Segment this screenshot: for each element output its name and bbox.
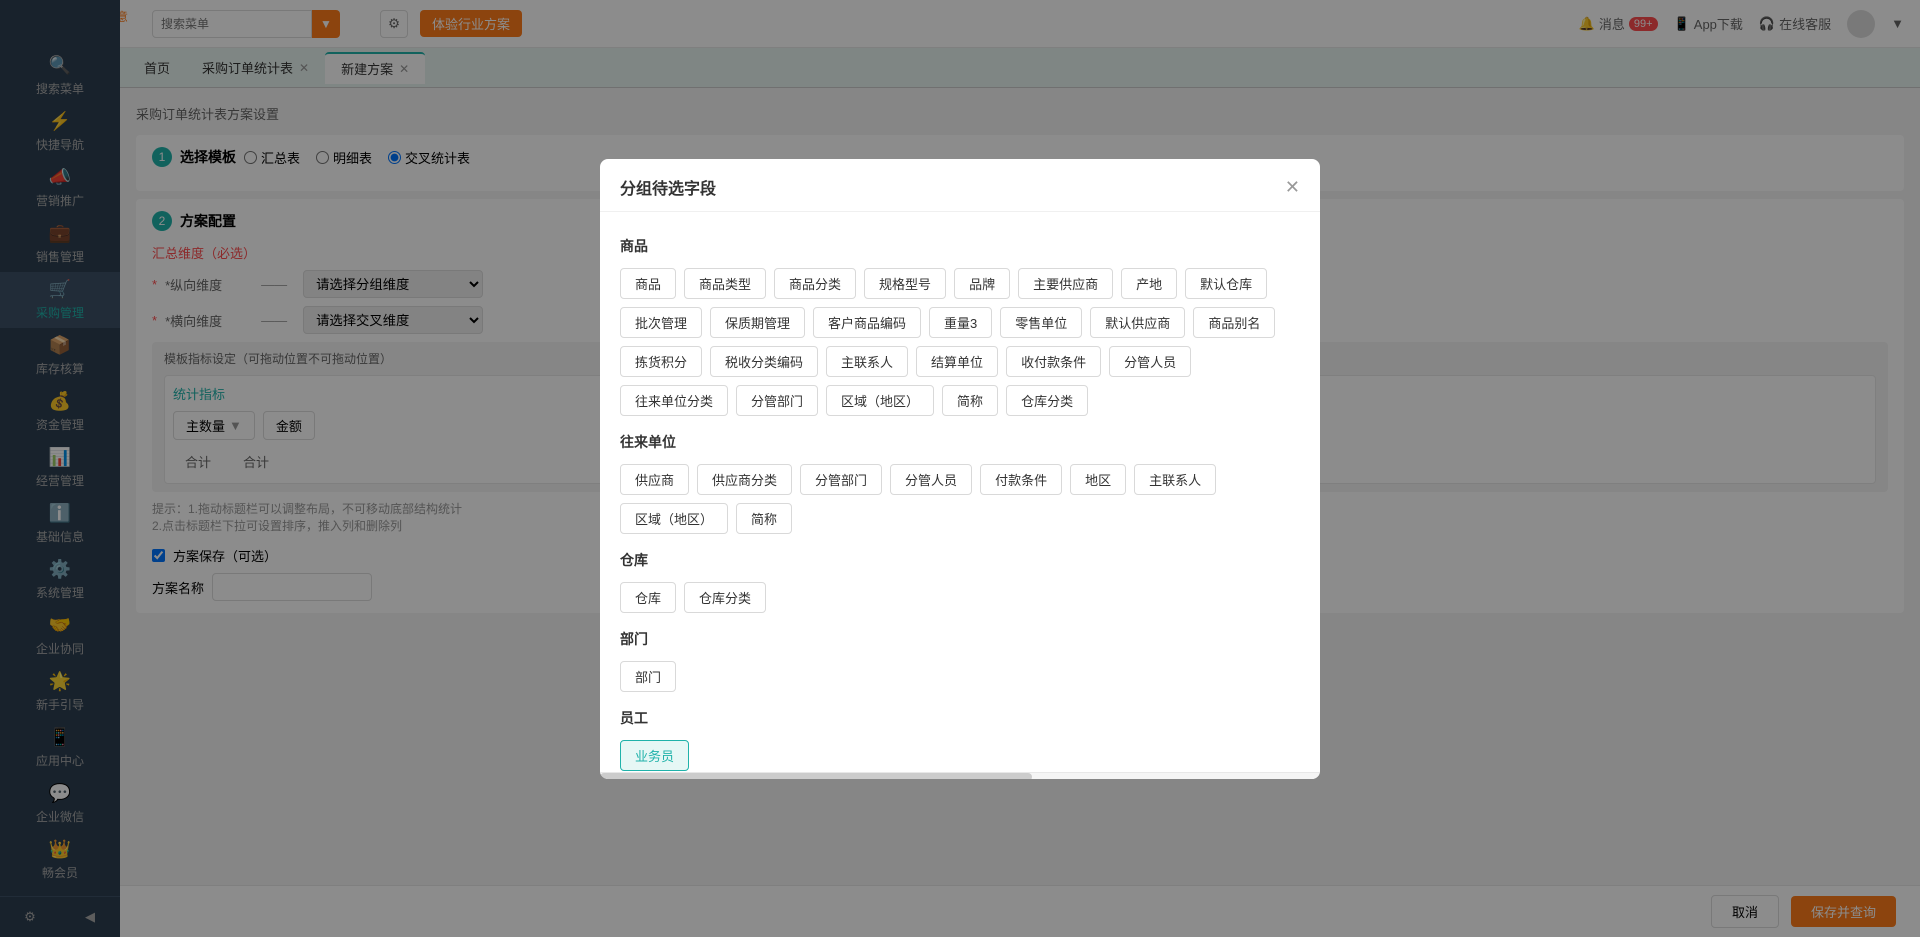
- scroll-thumb: [600, 773, 1032, 779]
- section-tags-3: 部门: [620, 661, 1300, 692]
- scroll-track[interactable]: [600, 772, 1320, 779]
- field-tag-0-11[interactable]: 重量3: [929, 307, 992, 338]
- section-title-1: 往来单位: [620, 432, 1300, 452]
- field-tag-0-22[interactable]: 分管部门: [736, 385, 818, 416]
- field-tag-0-18[interactable]: 结算单位: [916, 346, 998, 377]
- modal: 分组待选字段 ✕ 商品商品商品类型商品分类规格型号品牌主要供应商产地默认仓库批次…: [600, 159, 1320, 779]
- field-tag-0-13[interactable]: 默认供应商: [1090, 307, 1185, 338]
- field-tag-0-21[interactable]: 往来单位分类: [620, 385, 728, 416]
- section-title-4: 员工: [620, 708, 1300, 728]
- modal-body: 商品商品商品类型商品分类规格型号品牌主要供应商产地默认仓库批次管理保质期管理客户…: [600, 212, 1320, 772]
- section-title-0: 商品: [620, 236, 1300, 256]
- section-tags-2: 仓库仓库分类: [620, 582, 1300, 613]
- field-tag-1-4[interactable]: 付款条件: [980, 464, 1062, 495]
- field-tag-0-4[interactable]: 品牌: [954, 268, 1010, 299]
- field-tag-0-17[interactable]: 主联系人: [826, 346, 908, 377]
- field-tag-0-6[interactable]: 产地: [1121, 268, 1177, 299]
- field-tag-0-1[interactable]: 商品类型: [684, 268, 766, 299]
- field-tag-0-7[interactable]: 默认仓库: [1185, 268, 1267, 299]
- field-tag-0-14[interactable]: 商品别名: [1193, 307, 1275, 338]
- modal-overlay: 分组待选字段 ✕ 商品商品商品类型商品分类规格型号品牌主要供应商产地默认仓库批次…: [0, 0, 1920, 937]
- field-tag-2-0[interactable]: 仓库: [620, 582, 676, 613]
- field-tag-1-8[interactable]: 简称: [736, 503, 792, 534]
- field-tag-1-1[interactable]: 供应商分类: [697, 464, 792, 495]
- section-tags-1: 供应商供应商分类分管部门分管人员付款条件地区主联系人区域（地区） 简称: [620, 464, 1300, 534]
- field-tag-1-3[interactable]: 分管人员: [890, 464, 972, 495]
- field-tag-1-2[interactable]: 分管部门: [800, 464, 882, 495]
- modal-title: 分组待选字段: [620, 175, 716, 199]
- field-tag-3-0[interactable]: 部门: [620, 661, 676, 692]
- field-tag-1-0[interactable]: 供应商: [620, 464, 689, 495]
- field-tag-0-0[interactable]: 商品: [620, 268, 676, 299]
- modal-close-button[interactable]: ✕: [1285, 178, 1300, 196]
- section-tags-0: 商品商品类型商品分类规格型号品牌主要供应商产地默认仓库批次管理保质期管理客户商品…: [620, 268, 1300, 416]
- field-tag-0-25[interactable]: 仓库分类: [1006, 385, 1088, 416]
- field-tag-0-16[interactable]: 税收分类编码: [710, 346, 818, 377]
- field-tag-0-12[interactable]: 零售单位: [1000, 307, 1082, 338]
- field-tag-0-2[interactable]: 商品分类: [774, 268, 856, 299]
- field-tag-0-3[interactable]: 规格型号: [864, 268, 946, 299]
- field-tag-0-10[interactable]: 客户商品编码: [813, 307, 921, 338]
- field-tag-0-23[interactable]: 区域（地区）: [826, 385, 934, 416]
- field-tag-2-1[interactable]: 仓库分类: [684, 582, 766, 613]
- section-title-3: 部门: [620, 629, 1300, 649]
- field-tag-0-24[interactable]: 简称: [942, 385, 998, 416]
- field-tag-0-19[interactable]: 收付款条件: [1006, 346, 1101, 377]
- field-tag-4-0[interactable]: 业务员: [620, 740, 689, 771]
- field-tag-0-15[interactable]: 拣货积分: [620, 346, 702, 377]
- field-tag-0-8[interactable]: 批次管理: [620, 307, 702, 338]
- field-tag-1-7[interactable]: 区域（地区）: [620, 503, 728, 534]
- field-tag-0-9[interactable]: 保质期管理: [710, 307, 805, 338]
- field-tag-1-5[interactable]: 地区: [1070, 464, 1126, 495]
- section-title-2: 仓库: [620, 550, 1300, 570]
- field-tag-0-5[interactable]: 主要供应商: [1018, 268, 1113, 299]
- modal-header: 分组待选字段 ✕: [600, 159, 1320, 212]
- field-tag-0-20[interactable]: 分管人员: [1109, 346, 1191, 377]
- field-tag-1-6[interactable]: 主联系人: [1134, 464, 1216, 495]
- section-tags-4: 业务员: [620, 740, 1300, 771]
